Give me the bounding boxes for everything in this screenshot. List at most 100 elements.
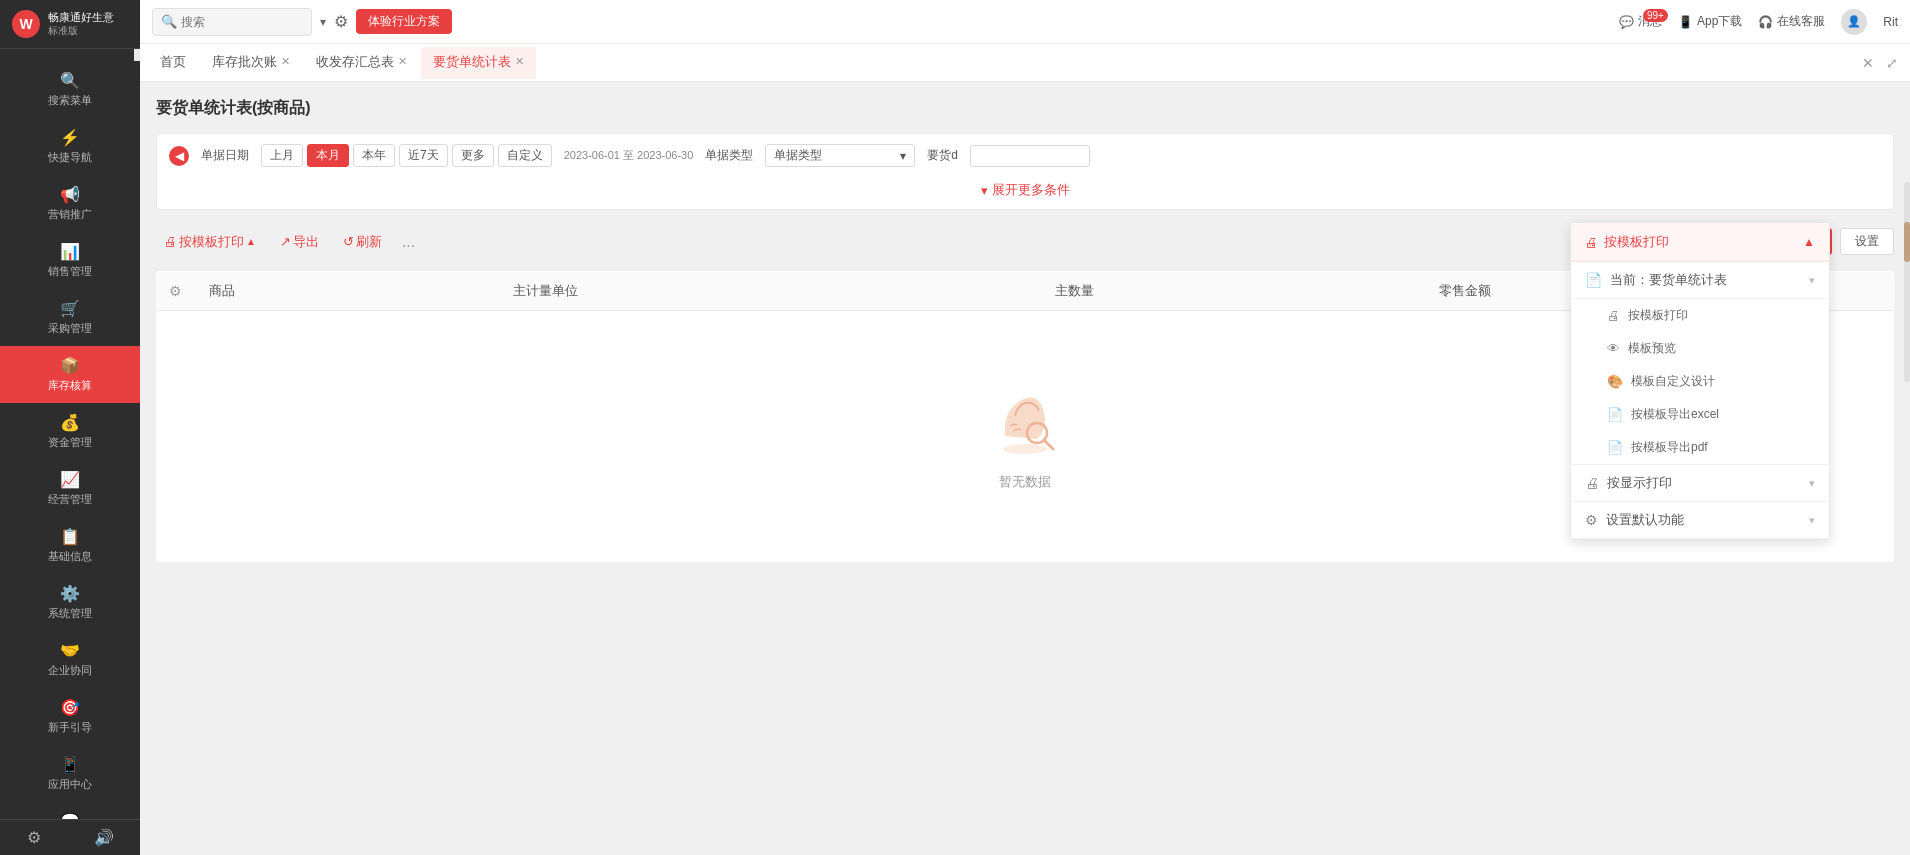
date-btn-last-month[interactable]: 上月 xyxy=(261,144,303,167)
tab-home[interactable]: 首页 xyxy=(148,47,198,79)
search-input[interactable] xyxy=(181,15,303,29)
tab-receipt-summary[interactable]: 收发存汇总表 ✕ xyxy=(304,47,419,79)
sidebar-item-quick-nav[interactable]: ⚡ 快捷导航 xyxy=(0,118,140,175)
tab-expand-button[interactable]: ⤢ xyxy=(1882,53,1902,73)
current-template-item[interactable]: 📄 当前：要货单统计表 ▾ xyxy=(1571,262,1829,298)
tab-label: 要货单统计表 xyxy=(433,53,511,71)
headset-icon: 🎧 xyxy=(1758,15,1773,29)
home-label: 首页 xyxy=(160,53,186,71)
expand-label: 展开更多条件 xyxy=(992,181,1070,199)
sidebar-item-basic[interactable]: 📋 基础信息 xyxy=(0,517,140,574)
topbar-gear-icon[interactable]: ⚙ xyxy=(334,12,348,31)
tab-order-stats[interactable]: 要货单统计表 ✕ xyxy=(421,47,536,79)
goods-input[interactable] xyxy=(970,145,1090,167)
sidebar-item-label: 资金管理 xyxy=(48,435,92,450)
sidebar-item-operation[interactable]: 📈 经营管理 xyxy=(0,460,140,517)
sidebar-item-label: 快捷导航 xyxy=(48,150,92,165)
date-btn-custom[interactable]: 自定义 xyxy=(498,144,552,167)
sidebar-item-system[interactable]: ⚙️ 系统管理 xyxy=(0,574,140,631)
sidebar-item-wechat[interactable]: 💬 企业微信 xyxy=(0,802,140,819)
sidebar-item-enterprise[interactable]: 🤝 企业协同 xyxy=(0,631,140,688)
wechat-icon: 💬 xyxy=(60,812,80,819)
sidebar: W 畅康通好生意 标准版 🔍 搜索菜单 ⚡ 快捷导航 📢 营销推广 📊 销售管理… xyxy=(0,0,140,855)
tab-label: 收发存汇总表 xyxy=(316,53,394,71)
topbar-dropdown-arrow[interactable]: ▾ xyxy=(320,15,326,29)
pdf-sub-icon: 📄 xyxy=(1607,440,1623,455)
sidebar-item-purchase[interactable]: 🛒 采购管理 xyxy=(0,289,140,346)
empty-illustration xyxy=(985,381,1065,461)
refresh-button[interactable]: ↺ 刷新 xyxy=(335,230,390,254)
template-preview-item[interactable]: 👁 模板预览 xyxy=(1571,332,1829,365)
newbie-icon: 🎯 xyxy=(60,698,80,717)
print-dropdown-toggle[interactable]: ▲ xyxy=(1803,235,1815,249)
app-logo-icon: W xyxy=(12,10,40,38)
empty-text: 暂无数据 xyxy=(999,473,1051,491)
sidebar-item-inventory[interactable]: 📦 库存核算 xyxy=(0,346,140,403)
sidebar-item-app-center[interactable]: 📱 应用中心 xyxy=(0,745,140,802)
app-download-button[interactable]: 📱 App下载 xyxy=(1678,13,1742,30)
design-sub-icon: 🎨 xyxy=(1607,374,1623,389)
export-icon: ↗ xyxy=(280,234,291,249)
sidebar-item-search[interactable]: 🔍 搜索菜单 xyxy=(0,61,140,118)
sidebar-item-newbie[interactable]: 🎯 新手引导 xyxy=(0,688,140,745)
sidebar-item-label: 销售管理 xyxy=(48,264,92,279)
more-options-button[interactable]: ... xyxy=(398,233,419,251)
basic-icon: 📋 xyxy=(60,527,80,546)
messages-badge: 99+ xyxy=(1643,9,1668,22)
svg-point-0 xyxy=(1003,444,1047,454)
display-print-icon: 🖨 xyxy=(1585,475,1599,491)
export-button[interactable]: ↗ 导出 xyxy=(272,230,327,254)
default-func-item[interactable]: ⚙ 设置默认功能 ▾ xyxy=(1571,502,1829,538)
type-label: 单据类型 xyxy=(705,147,753,164)
expand-filter-button[interactable]: ▾ 展开更多条件 xyxy=(981,181,1070,199)
username-label[interactable]: Rit xyxy=(1883,15,1898,29)
trial-button[interactable]: 体验行业方案 xyxy=(356,9,452,34)
display-print-item[interactable]: 🖨 按显示打印 ▾ xyxy=(1571,465,1829,501)
tab-close-all-button[interactable]: ✕ xyxy=(1858,53,1878,73)
excel-sub-icon: 📄 xyxy=(1607,407,1623,422)
filter-row: ◀ 单据日期 上月 本月 本年 近7天 更多 自定义 2023-06-01 至 … xyxy=(169,144,1881,167)
sidebar-item-marketing[interactable]: 📢 营销推广 xyxy=(0,175,140,232)
tab-close-icon[interactable]: ✕ xyxy=(398,55,407,68)
template-design-item[interactable]: 🎨 模板自定义设计 xyxy=(1571,365,1829,398)
date-range-display: 2023-06-01 至 2023-06-30 xyxy=(564,148,694,163)
template-preview-label: 模板预览 xyxy=(1628,340,1676,357)
sidebar-item-sales[interactable]: 📊 销售管理 xyxy=(0,232,140,289)
online-service-button[interactable]: 🎧 在线客服 xyxy=(1758,13,1825,30)
template-print-item[interactable]: 🖨 按模板打印 xyxy=(1571,299,1829,332)
template-export-pdf-item[interactable]: 📄 按模板导出pdf xyxy=(1571,431,1829,464)
default-func-label: 设置默认功能 xyxy=(1606,511,1801,529)
page-content: 要货单统计表(按商品) ◀ 单据日期 上月 本月 本年 近7天 更多 自定义 2… xyxy=(140,82,1910,855)
date-btn-7days[interactable]: 近7天 xyxy=(399,144,448,167)
tab-close-icon[interactable]: ✕ xyxy=(281,55,290,68)
messages-button[interactable]: 💬 消息 99+ xyxy=(1619,13,1662,30)
filter-toggle-icon[interactable]: ◀ xyxy=(169,146,189,166)
sound-bottom-icon[interactable]: 🔊 xyxy=(94,828,114,847)
page-scrollbar[interactable] xyxy=(1904,182,1910,382)
printer-icon: 🖨 xyxy=(164,234,177,249)
sidebar-item-label: 基础信息 xyxy=(48,549,92,564)
default-func-chevron: ▾ xyxy=(1809,514,1815,527)
chevron-up-icon: ▲ xyxy=(246,236,256,247)
tab-inventory-batch[interactable]: 库存批次账 ✕ xyxy=(200,47,302,79)
template-export-excel-item[interactable]: 📄 按模板导出excel xyxy=(1571,398,1829,431)
date-btn-more[interactable]: 更多 xyxy=(452,144,494,167)
table-settings-icon[interactable]: ⚙ xyxy=(169,283,182,299)
tab-close-icon[interactable]: ✕ xyxy=(515,55,524,68)
date-btn-this-year[interactable]: 本年 xyxy=(353,144,395,167)
search-icon: 🔍 xyxy=(161,14,177,29)
app-name: 畅康通好生意 xyxy=(48,10,114,24)
print-template-button[interactable]: 🖨 按模板打印 ▲ xyxy=(156,230,264,254)
sales-icon: 📊 xyxy=(60,242,80,261)
settings-bottom-icon[interactable]: ⚙ xyxy=(27,828,41,847)
settings-button[interactable]: 设置 xyxy=(1840,228,1894,255)
display-print-chevron: ▾ xyxy=(1809,477,1815,490)
sidebar-item-finance[interactable]: 💰 资金管理 xyxy=(0,403,140,460)
date-btn-this-month[interactable]: 本月 xyxy=(307,144,349,167)
sidebar-item-label: 采购管理 xyxy=(48,321,92,336)
scrollbar-thumb[interactable] xyxy=(1904,222,1910,262)
user-avatar[interactable]: 👤 xyxy=(1841,9,1867,35)
topbar-search-box[interactable]: 🔍 xyxy=(152,8,312,36)
date-label: 单据日期 xyxy=(201,147,249,164)
type-select[interactable]: 单据类型 ▾ xyxy=(765,144,915,167)
